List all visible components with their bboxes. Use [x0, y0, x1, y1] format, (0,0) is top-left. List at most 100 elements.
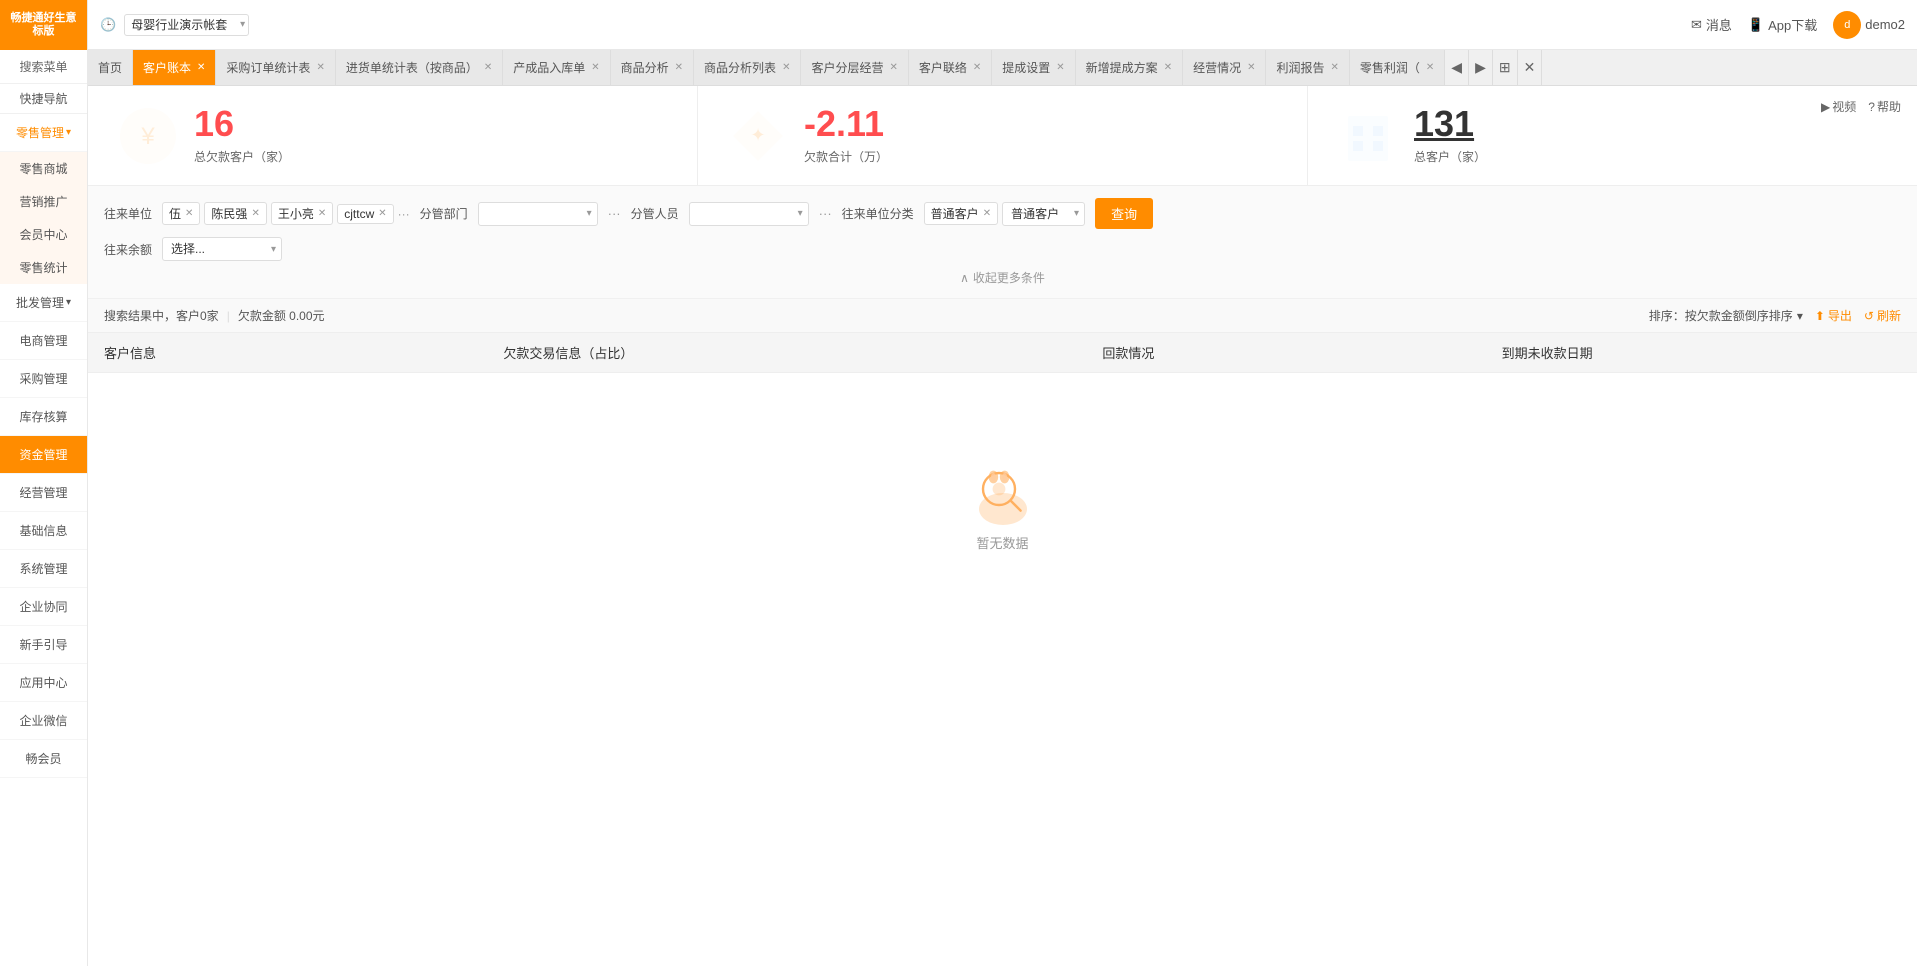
sidebar-item-ops-mgmt[interactable]: 经营管理	[0, 474, 87, 512]
sidebar-item-finance[interactable]: 资金管理	[0, 436, 87, 474]
tab-close-icon[interactable]: ✕	[782, 62, 790, 73]
tab-inbound-stats[interactable]: 进货单统计表（按商品） ✕	[336, 50, 503, 86]
sidebar-item-vip[interactable]: 畅会员	[0, 740, 87, 778]
sidebar-item-wholesale[interactable]: 批发管理 ▾	[0, 284, 87, 322]
tag-text: 普通客户	[931, 205, 979, 222]
tab-close-icon[interactable]: ✕	[1056, 62, 1064, 73]
tab-close-icon[interactable]: ✕	[1247, 62, 1255, 73]
query-button[interactable]: 查询	[1095, 198, 1153, 229]
tab-close-icon[interactable]: ✕	[1331, 62, 1339, 73]
sidebar-quick-nav[interactable]: 快捷导航	[0, 84, 87, 114]
tab-new-promo[interactable]: 新增提成方案 ✕	[1076, 50, 1183, 86]
sidebar-item-inventory[interactable]: 库存核算	[0, 398, 87, 436]
dept-more-dots[interactable]: ···	[608, 206, 621, 221]
tag-close-icon[interactable]: ✕	[185, 208, 193, 219]
video-help-btn[interactable]: ▶ 视频	[1821, 98, 1856, 115]
phone-icon: 📱	[1748, 17, 1764, 33]
tag-close-icon[interactable]: ✕	[378, 208, 386, 219]
tag-close-icon[interactable]: ✕	[251, 208, 259, 219]
category-select[interactable]: 普通客户	[1002, 202, 1085, 226]
tab-profit-report[interactable]: 利润报告 ✕	[1266, 50, 1349, 86]
tab-customer-contact[interactable]: 客户联络 ✕	[909, 50, 992, 86]
tab-close-icon[interactable]: ✕	[484, 62, 492, 73]
sidebar-item-zero-retail[interactable]: 零售管理 ▾	[0, 114, 87, 152]
sidebar-item-retail-stat[interactable]: 零售统计	[0, 251, 87, 284]
sidebar-item-member[interactable]: 会员中心	[0, 218, 87, 251]
industry-select[interactable]: 母婴行业演示帐套	[124, 14, 249, 36]
tag-text: cjttcw	[344, 207, 374, 221]
filter-tag-cjttcw[interactable]: cjttcw ✕	[337, 204, 393, 224]
export-btn[interactable]: ⬆ 导出	[1815, 307, 1852, 324]
tab-close-icon[interactable]: ✕	[675, 62, 683, 73]
dept-select-wrapper[interactable]	[478, 202, 598, 226]
sidebar-item-marketing[interactable]: 营销推广	[0, 185, 87, 218]
person-more-dots[interactable]: ···	[819, 206, 832, 221]
sidebar-item-purchase[interactable]: 采购管理	[0, 360, 87, 398]
unit-filter-label: 往来单位	[104, 205, 152, 222]
tab-cost-inbound[interactable]: 产成品入库单 ✕	[503, 50, 610, 86]
tag-close-icon[interactable]: ✕	[983, 208, 991, 219]
category-filter-wrapper: 普通客户 ✕ 普通客户	[924, 202, 1085, 226]
sidebar-item-corp-wx[interactable]: 企业微信	[0, 702, 87, 740]
filter-tag-chen[interactable]: 陈民强 ✕	[204, 202, 266, 225]
tab-close-icon[interactable]: ✕	[316, 62, 324, 73]
dept-select[interactable]	[478, 202, 598, 226]
help-btn[interactable]: ? 帮助	[1868, 98, 1901, 115]
tab-label: 商品分析	[621, 59, 669, 76]
search-result-text: 搜索结果中，客户0家	[104, 307, 219, 324]
tab-close-icon[interactable]: ✕	[1164, 62, 1172, 73]
sort-select[interactable]: 排序：按欠款金额倒序排序 ▾	[1649, 307, 1803, 324]
sidebar-search[interactable]: 搜索菜单	[0, 50, 87, 84]
main-area: 🕒 母婴行业演示帐套 ✉ 消息 📱 App下载 d demo2	[88, 0, 1917, 966]
tab-operations[interactable]: 经营情况 ✕	[1183, 50, 1266, 86]
filter-tag-wang[interactable]: 王小亮 ✕	[271, 202, 333, 225]
tab-expand-btn[interactable]: ⊞	[1493, 50, 1518, 86]
tab-customer-book[interactable]: 客户账本 ✕	[133, 50, 216, 86]
stat-icon-diamond: ✦	[728, 106, 788, 166]
sidebar-item-enterprise[interactable]: 企业协同	[0, 588, 87, 626]
stat-number-debt-customers: 16	[194, 106, 290, 142]
tab-purchase-order[interactable]: 采购订单统计表 ✕	[216, 50, 335, 86]
user-avatar-btn[interactable]: d demo2	[1833, 11, 1905, 39]
sidebar-item-basic-info[interactable]: 基础信息	[0, 512, 87, 550]
filter-tag-category[interactable]: 普通客户 ✕	[924, 202, 998, 225]
collapse-btn[interactable]: ∧ 收起更多条件	[104, 269, 1901, 286]
tab-close-all-btn[interactable]: ✕	[1518, 50, 1543, 86]
app-download-btn[interactable]: 📱 App下载	[1748, 15, 1817, 34]
person-select[interactable]	[689, 202, 809, 226]
sidebar-item-app-center[interactable]: 应用中心	[0, 664, 87, 702]
tag-close-icon[interactable]: ✕	[318, 208, 326, 219]
category-select-wrapper[interactable]: 普通客户	[1002, 202, 1085, 226]
tab-product-analysis[interactable]: 商品分析 ✕	[611, 50, 694, 86]
tab-product-list[interactable]: 商品分析列表 ✕	[694, 50, 801, 86]
svg-text:¥: ¥	[140, 123, 155, 150]
stat-label-debt-amount: 欠款合计（万）	[804, 148, 888, 165]
sidebar-item-label: 零售管理	[16, 124, 64, 141]
messages-btn[interactable]: ✉ 消息	[1691, 15, 1732, 34]
col-customer-info: 客户信息	[104, 343, 503, 362]
tab-close-icon[interactable]: ✕	[591, 62, 599, 73]
tab-close-icon[interactable]: ✕	[1426, 62, 1434, 73]
tab-prev-btn[interactable]: ◀	[1445, 50, 1469, 86]
results-bar: 搜索结果中，客户0家 | 欠款金额 0.00元 排序：按欠款金额倒序排序 ▾ ⬆…	[88, 299, 1917, 333]
tab-retail-profit[interactable]: 零售利润（ ✕	[1350, 50, 1445, 86]
person-select-wrapper[interactable]	[689, 202, 809, 226]
tab-close-icon[interactable]: ✕	[197, 62, 205, 73]
tab-next-btn[interactable]: ▶	[1469, 50, 1493, 86]
balance-select-wrapper[interactable]: 选择...	[162, 237, 282, 261]
sidebar-item-sys-mgmt[interactable]: 系统管理	[0, 550, 87, 588]
balance-select[interactable]: 选择...	[162, 237, 282, 261]
tab-close-icon[interactable]: ✕	[889, 62, 897, 73]
sidebar-item-zero-shop[interactable]: 零售商城	[0, 152, 87, 185]
tab-home[interactable]: 首页	[88, 50, 133, 86]
filter-more-btn[interactable]: ···	[398, 207, 410, 221]
tab-close-icon[interactable]: ✕	[973, 62, 981, 73]
refresh-btn[interactable]: ↺ 刷新	[1864, 307, 1901, 324]
tab-promo-settings[interactable]: 提成设置 ✕	[992, 50, 1075, 86]
industry-select-wrapper[interactable]: 母婴行业演示帐套	[124, 14, 249, 36]
filter-tag-wu[interactable]: 伍 ✕	[162, 202, 200, 225]
sidebar-item-ecommerce[interactable]: 电商管理	[0, 322, 87, 360]
stat-block-total-customers: 131 总客户（家） ▶ 视频 ? 帮助	[1308, 86, 1917, 185]
sidebar-item-new-guide[interactable]: 新手引导	[0, 626, 87, 664]
tab-customer-tier[interactable]: 客户分层经营 ✕	[801, 50, 908, 86]
